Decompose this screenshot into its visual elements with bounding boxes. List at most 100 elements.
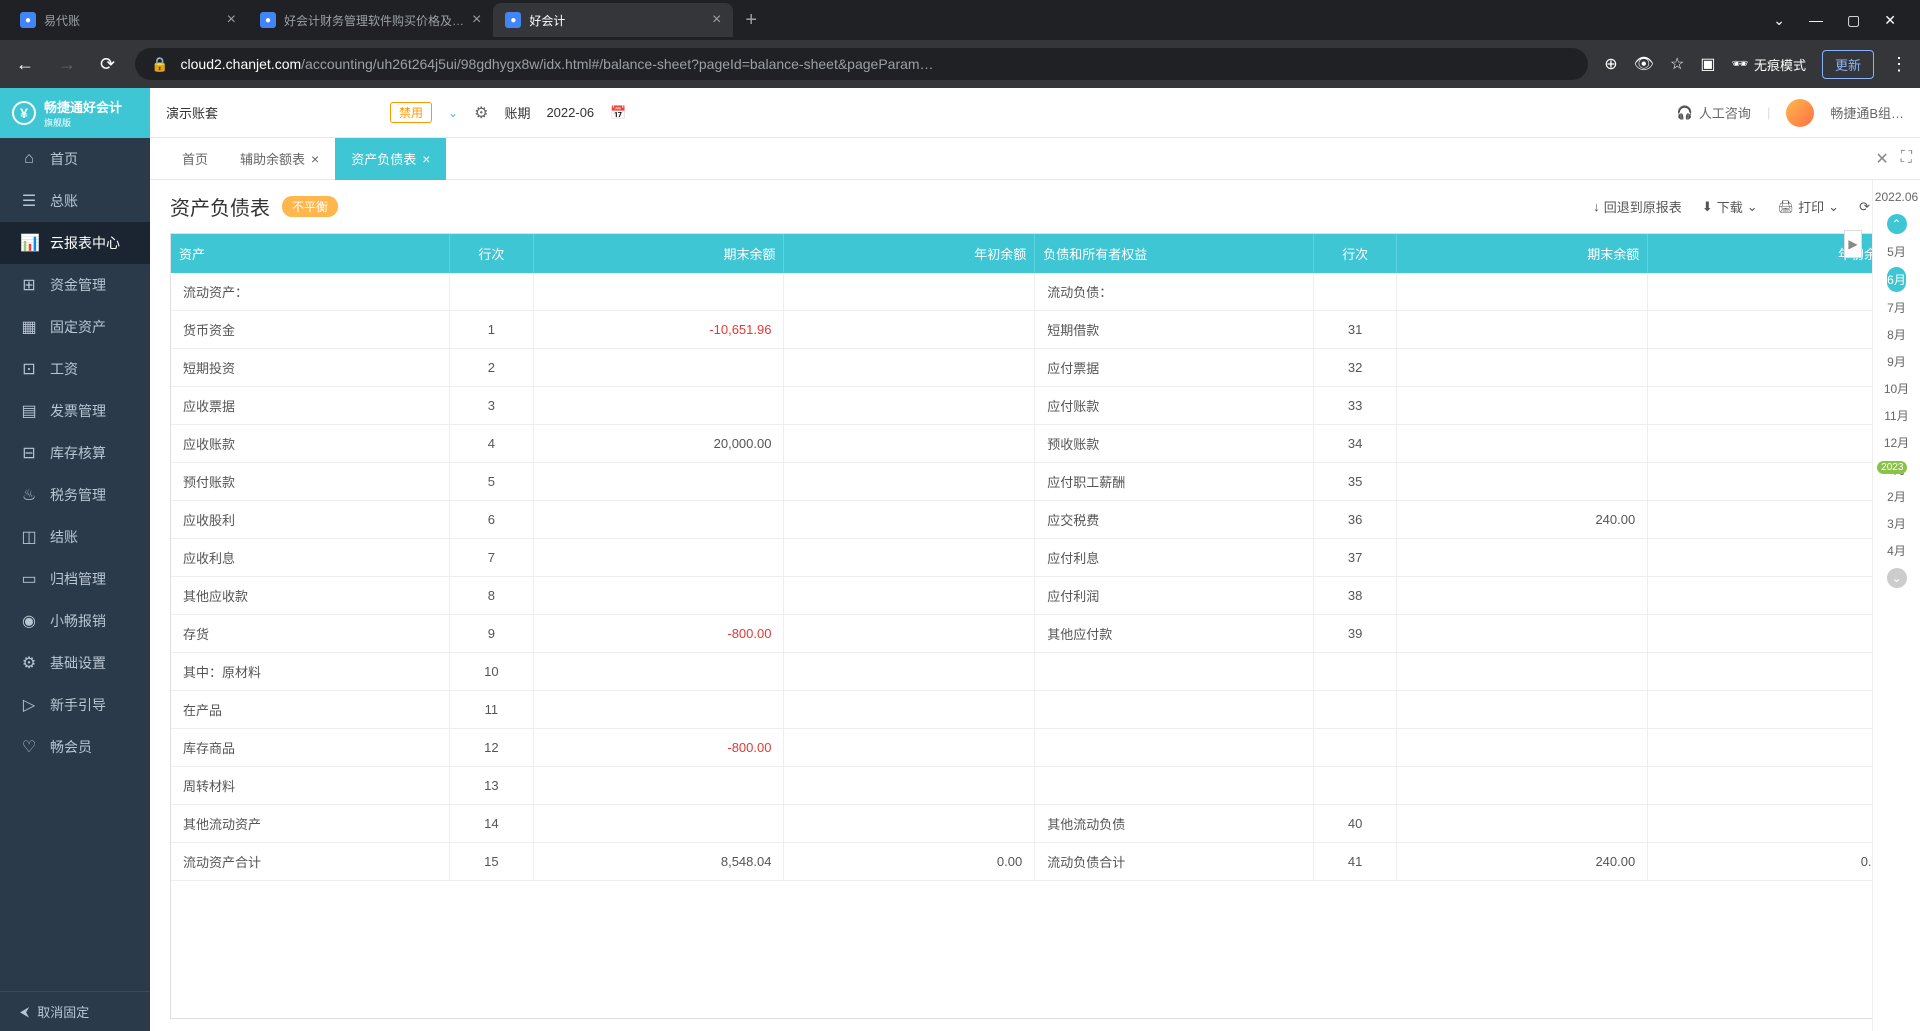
cell-asset-end[interactable] — [533, 577, 784, 615]
cell-asset-end[interactable] — [533, 463, 784, 501]
month-item[interactable]: 2月 — [1881, 483, 1912, 510]
brand-logo[interactable]: ¥ 畅捷通好会计 旗舰版 — [0, 88, 150, 138]
cell-asset-name[interactable]: 应收利息 — [171, 539, 450, 577]
cell-liab-name[interactable] — [1035, 653, 1314, 691]
cell-asset-begin[interactable] — [784, 387, 1035, 425]
month-item[interactable]: 4月 — [1881, 537, 1912, 564]
dropdown-icon[interactable]: ⌄ — [448, 106, 458, 120]
cell-liab-begin[interactable] — [1648, 615, 1899, 653]
cell-liab-name[interactable]: 应交税费 — [1035, 501, 1314, 539]
cell-liab-end[interactable] — [1397, 349, 1648, 387]
cell-liab-begin[interactable] — [1648, 425, 1899, 463]
cell-liab-end[interactable] — [1397, 311, 1648, 349]
cell-liab-begin[interactable] — [1648, 311, 1899, 349]
update-button[interactable]: 更新 — [1822, 50, 1874, 79]
cell-liab-end[interactable] — [1397, 729, 1648, 767]
cell-asset-end[interactable] — [533, 501, 784, 539]
star-icon[interactable]: ☆ — [1670, 54, 1684, 74]
cell-asset-name[interactable]: 存货 — [171, 615, 450, 653]
cell-liab-name[interactable]: 应付票据 — [1035, 349, 1314, 387]
cell-asset-begin[interactable] — [784, 539, 1035, 577]
page-tab-close-icon[interactable]: × — [422, 151, 430, 167]
cell-asset-begin[interactable] — [784, 691, 1035, 729]
cell-liab-begin[interactable] — [1648, 729, 1899, 767]
month-item[interactable]: 8月 — [1881, 321, 1912, 348]
cell-asset-end[interactable]: -800.00 — [533, 615, 784, 653]
cell-asset-end[interactable]: -800.00 — [533, 729, 784, 767]
month-item[interactable]: 11月 — [1881, 402, 1912, 429]
cell-liab-begin[interactable] — [1648, 349, 1899, 387]
cell-asset-begin[interactable] — [784, 729, 1035, 767]
cell-liab-name[interactable] — [1035, 729, 1314, 767]
cell-liab-begin[interactable] — [1648, 805, 1899, 843]
cell-asset-begin[interactable] — [784, 425, 1035, 463]
sidebar-item[interactable]: ⌂首页 — [0, 138, 150, 180]
cell-liab-name[interactable]: 短期借款 — [1035, 311, 1314, 349]
cell-liab-end[interactable] — [1397, 539, 1648, 577]
month-item[interactable]: 1月2023 — [1881, 456, 1912, 483]
cell-liab-name[interactable]: 流动负债： — [1035, 273, 1314, 311]
cell-asset-name[interactable]: 短期投资 — [171, 349, 450, 387]
browser-tab[interactable]: ●好会计财务管理软件购买价格及…× — [248, 3, 493, 37]
cell-liab-name[interactable]: 应付利息 — [1035, 539, 1314, 577]
cell-asset-begin[interactable] — [784, 577, 1035, 615]
tab-close-icon[interactable]: × — [227, 11, 236, 29]
cell-liab-name[interactable]: 应付职工薪酬 — [1035, 463, 1314, 501]
cell-liab-name[interactable]: 其他应付款 — [1035, 615, 1314, 653]
cell-asset-end[interactable]: 20,000.00 — [533, 425, 784, 463]
month-item[interactable]: 12月 — [1881, 429, 1912, 456]
sidebar-item[interactable]: ▭归档管理 — [0, 558, 150, 600]
period-value[interactable]: 2022-06 — [546, 105, 594, 120]
cell-asset-name[interactable]: 流动资产合计 — [171, 843, 450, 881]
gear-icon[interactable]: ⚙ — [474, 103, 488, 123]
account-name[interactable]: 演示账套 — [166, 103, 218, 122]
rollback-button[interactable]: ↓ 回退到原报表 — [1593, 197, 1682, 216]
month-item[interactable]: 7月 — [1881, 294, 1912, 321]
sidebar-item[interactable]: ⊟库存核算 — [0, 432, 150, 474]
eye-off-icon[interactable]: 👁 — [1634, 54, 1654, 74]
cell-asset-end[interactable] — [533, 349, 784, 387]
cell-liab-name[interactable]: 应付利润 — [1035, 577, 1314, 615]
month-item[interactable]: 10月 — [1881, 375, 1912, 402]
kebab-menu-icon[interactable]: ⋮ — [1890, 54, 1908, 75]
cell-liab-end[interactable]: 240.00 — [1397, 501, 1648, 539]
cell-liab-end[interactable] — [1397, 691, 1648, 729]
user-name[interactable]: 畅捷通B组… — [1830, 103, 1904, 122]
cell-liab-end[interactable] — [1397, 273, 1648, 311]
cell-liab-name[interactable]: 应付账款 — [1035, 387, 1314, 425]
browser-tab[interactable]: ●好会计× — [493, 3, 733, 37]
month-item[interactable]: 6月 — [1887, 267, 1906, 292]
cell-asset-name[interactable]: 其他流动资产 — [171, 805, 450, 843]
cell-asset-begin[interactable] — [784, 311, 1035, 349]
cell-asset-end[interactable] — [533, 653, 784, 691]
cell-asset-begin[interactable] — [784, 349, 1035, 387]
rail-up-button[interactable]: ⌃ — [1887, 214, 1907, 234]
cell-liab-end[interactable] — [1397, 387, 1648, 425]
cell-liab-begin[interactable] — [1648, 387, 1899, 425]
cell-asset-name[interactable]: 在产品 — [171, 691, 450, 729]
close-tabs-icon[interactable]: ✕ — [1875, 149, 1888, 169]
disable-badge[interactable]: 禁用 — [390, 102, 432, 123]
cell-asset-name[interactable]: 其他应收款 — [171, 577, 450, 615]
cell-asset-end[interactable] — [533, 273, 784, 311]
cell-asset-end[interactable] — [533, 805, 784, 843]
cell-asset-begin[interactable] — [784, 653, 1035, 691]
cell-asset-begin[interactable] — [784, 805, 1035, 843]
cell-asset-begin[interactable]: 0.00 — [784, 843, 1035, 881]
expand-icon[interactable]: ⛶ — [1901, 149, 1912, 169]
browser-tab[interactable]: ●易代账× — [8, 3, 248, 37]
cell-liab-begin[interactable] — [1648, 463, 1899, 501]
sidebar-item[interactable]: ⊞资金管理 — [0, 264, 150, 306]
unpin-button[interactable]: ⮜ 取消固定 — [0, 991, 150, 1031]
month-item[interactable]: 3月 — [1881, 510, 1912, 537]
tab-close-icon[interactable]: × — [472, 11, 481, 29]
cell-asset-begin[interactable] — [784, 463, 1035, 501]
extension-icon[interactable]: ▣ — [1700, 54, 1715, 74]
cell-liab-begin[interactable] — [1648, 501, 1899, 539]
cell-liab-name[interactable]: 流动负债合计 — [1035, 843, 1314, 881]
year-label[interactable]: 2022.06 — [1875, 184, 1918, 210]
cell-liab-end[interactable] — [1397, 805, 1648, 843]
cell-asset-begin[interactable] — [784, 273, 1035, 311]
cell-liab-begin[interactable] — [1648, 539, 1899, 577]
cell-asset-name[interactable]: 库存商品 — [171, 729, 450, 767]
